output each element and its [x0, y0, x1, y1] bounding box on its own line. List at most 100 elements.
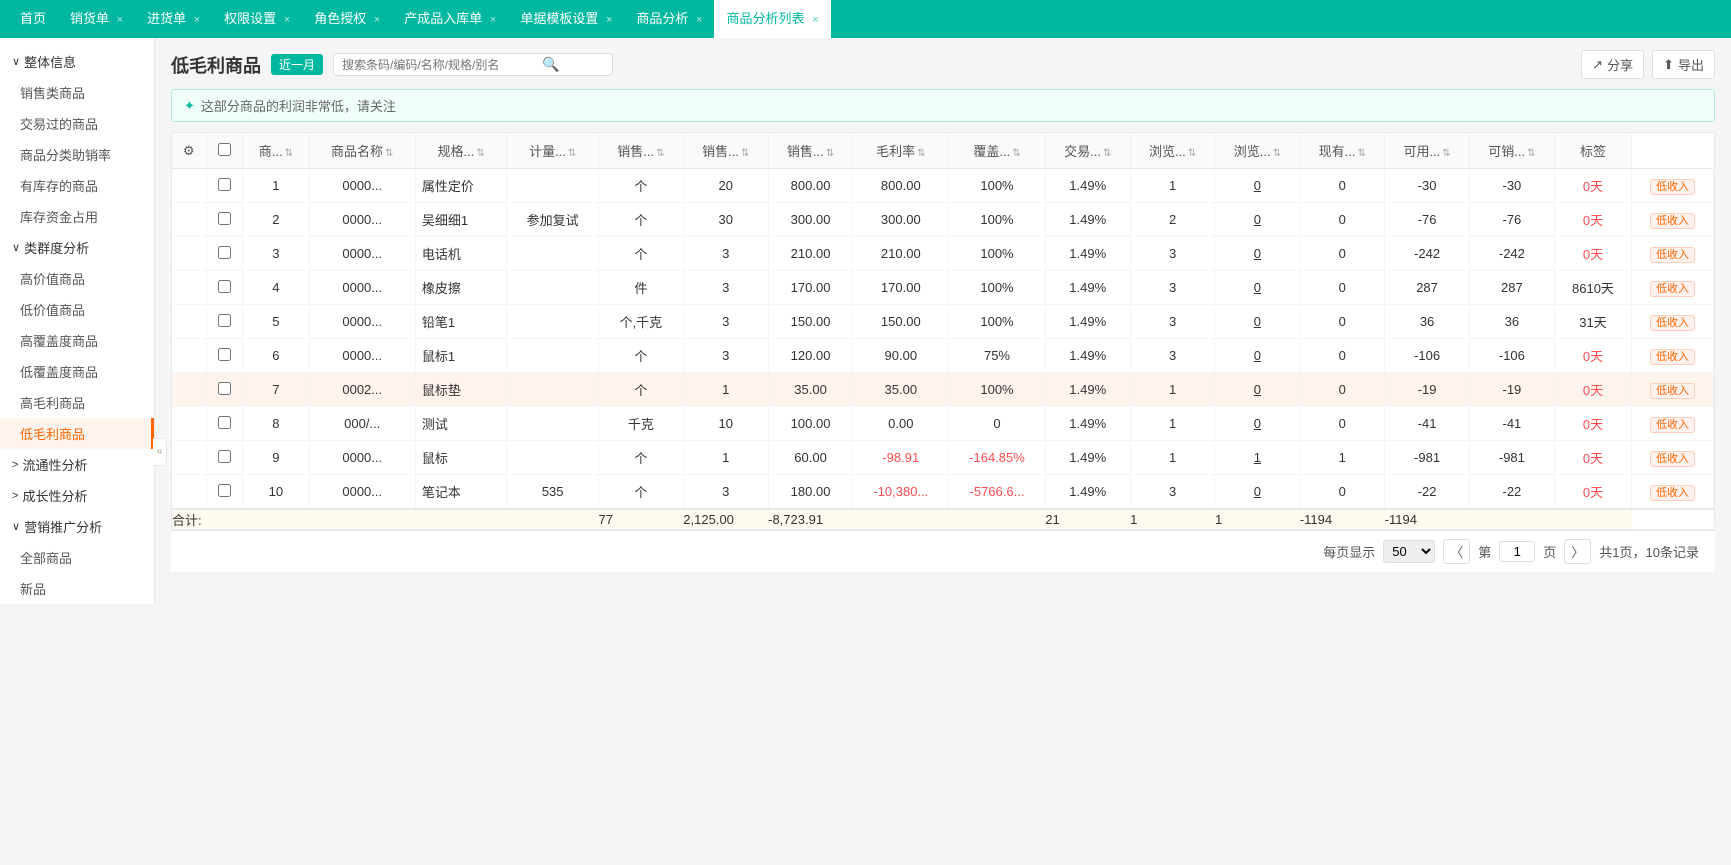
row-name[interactable]: 属性定价 [415, 169, 507, 203]
col-gross-rate[interactable]: 毛利率⇅ [853, 133, 949, 169]
nav-analysis-close[interactable]: × [696, 14, 702, 26]
col-sellable[interactable]: 可销...⇅ [1469, 133, 1554, 169]
sidebar-group-cluster[interactable]: ∨ 类群度分析 [0, 232, 154, 263]
row-browse1[interactable]: 0 [1215, 373, 1300, 407]
row-checkbox[interactable] [218, 450, 231, 463]
row-name[interactable]: 电话机 [415, 237, 507, 271]
col-name[interactable]: 商品名称⇅ [309, 133, 415, 169]
page-input[interactable] [1499, 541, 1535, 562]
nav-list-close[interactable]: × [812, 14, 818, 26]
search-input[interactable] [342, 58, 542, 72]
nav-sales-close[interactable]: × [117, 14, 123, 26]
row-checkbox[interactable] [218, 416, 231, 429]
row-name[interactable]: 吴细细1 [415, 203, 507, 237]
row-browse1[interactable]: 0 [1215, 271, 1300, 305]
row-browse1[interactable]: 0 [1215, 339, 1300, 373]
row-checkbox[interactable] [218, 178, 231, 191]
date-filter-btn[interactable]: 近一月 [271, 54, 323, 75]
prev-page-btn[interactable]: 〈 [1443, 539, 1470, 564]
sidebar-item-new-goods[interactable]: 新品 [0, 573, 154, 604]
row-name[interactable]: 鼠标垫 [415, 373, 507, 407]
nav-product-analysis-list[interactable]: 商品分析列表 × [714, 0, 830, 38]
row-check[interactable] [206, 203, 243, 237]
col-check[interactable] [206, 133, 243, 169]
page-size-select[interactable]: 50 100 200 [1383, 540, 1435, 563]
nav-product-analysis[interactable]: 商品分析 × [624, 0, 714, 38]
sidebar-item-high-value[interactable]: 高价值商品 [0, 263, 154, 294]
col-settings[interactable]: ⚙ [172, 133, 206, 169]
row-browse1[interactable]: 0 [1215, 407, 1300, 441]
row-check[interactable] [206, 305, 243, 339]
sidebar-item-sales-goods[interactable]: 销售类商品 [0, 77, 154, 108]
row-browse1[interactable]: 0 [1215, 475, 1300, 510]
select-all-checkbox[interactable] [218, 143, 231, 156]
row-name[interactable]: 铅笔1 [415, 305, 507, 339]
sidebar-item-low-coverage[interactable]: 低覆盖度商品 [0, 356, 154, 387]
sidebar-item-high-coverage[interactable]: 高覆盖度商品 [0, 325, 154, 356]
row-name[interactable]: 橡皮擦 [415, 271, 507, 305]
nav-template[interactable]: 单据模板设置 × [508, 0, 624, 38]
row-name[interactable]: 鼠标 [415, 441, 507, 475]
share-button[interactable]: ↗ 分享 [1581, 50, 1644, 79]
col-sales-profit[interactable]: 销售...⇅ [768, 133, 853, 169]
row-name[interactable]: 测试 [415, 407, 507, 441]
col-spec[interactable]: 规格...⇅ [415, 133, 507, 169]
row-name[interactable]: 笔记本 [415, 475, 507, 510]
nav-role[interactable]: 角色授权 × [302, 0, 392, 38]
sidebar-item-all-goods[interactable]: 全部商品 [0, 542, 154, 573]
row-checkbox[interactable] [218, 280, 231, 293]
nav-purchase-close[interactable]: × [194, 14, 200, 26]
row-checkbox[interactable] [218, 484, 231, 497]
row-check[interactable] [206, 271, 243, 305]
sidebar-group-marketing[interactable]: ∨ 营销推广分析 [0, 511, 154, 542]
row-browse1[interactable]: 0 [1215, 237, 1300, 271]
nav-purchase[interactable]: 进货单 × [135, 0, 212, 38]
row-browse1[interactable]: 1 [1215, 441, 1300, 475]
next-page-btn[interactable]: 〉 [1564, 539, 1591, 564]
col-browse1[interactable]: 浏览...⇅ [1130, 133, 1215, 169]
sidebar-group-growth[interactable]: > 成长性分析 [0, 480, 154, 511]
nav-template-close[interactable]: × [606, 14, 612, 26]
row-check[interactable] [206, 169, 243, 203]
sidebar-item-stock-capital[interactable]: 库存资金占用 [0, 201, 154, 232]
sidebar-group-flow[interactable]: > 流通性分析 [0, 449, 154, 480]
col-tag[interactable]: 标签 [1554, 133, 1631, 169]
search-icon[interactable]: 🔍 [542, 56, 559, 73]
row-check[interactable] [206, 339, 243, 373]
row-check[interactable] [206, 237, 243, 271]
col-unit[interactable]: 计量...⇅ [507, 133, 599, 169]
sidebar-group-overview[interactable]: ∨ 整体信息 [0, 46, 154, 77]
col-available[interactable]: 可用...⇅ [1385, 133, 1470, 169]
row-check[interactable] [206, 475, 243, 510]
sidebar-item-traded-goods[interactable]: 交易过的商品 [0, 108, 154, 139]
row-browse1[interactable]: 0 [1215, 169, 1300, 203]
nav-permission-close[interactable]: × [284, 14, 290, 26]
row-check[interactable] [206, 407, 243, 441]
col-sales-qty[interactable]: 销售...⇅ [598, 133, 683, 169]
row-checkbox[interactable] [218, 314, 231, 327]
nav-product-close[interactable]: × [490, 14, 496, 26]
row-checkbox[interactable] [218, 382, 231, 395]
col-current-stock[interactable]: 现有...⇅ [1300, 133, 1385, 169]
row-check[interactable] [206, 441, 243, 475]
col-code[interactable]: 商...⇅ [243, 133, 310, 169]
col-sales-price[interactable]: 销售...⇅ [683, 133, 768, 169]
col-coverage[interactable]: 覆盖...⇅ [949, 133, 1046, 169]
row-name[interactable]: 鼠标1 [415, 339, 507, 373]
nav-product-entry[interactable]: 产成品入库单 × [392, 0, 508, 38]
sidebar-collapse-btn[interactable]: « [153, 438, 167, 466]
row-browse1[interactable]: 0 [1215, 203, 1300, 237]
nav-role-close[interactable]: × [374, 14, 380, 26]
nav-permission[interactable]: 权限设置 × [212, 0, 302, 38]
sidebar-item-low-value[interactable]: 低价值商品 [0, 294, 154, 325]
col-transaction[interactable]: 交易...⇅ [1045, 133, 1130, 169]
sidebar-item-category-rate[interactable]: 商品分类助销率 [0, 139, 154, 170]
col-browse2[interactable]: 浏览...⇅ [1215, 133, 1300, 169]
row-checkbox[interactable] [218, 212, 231, 225]
export-button[interactable]: ⬆ 导出 [1652, 50, 1715, 79]
sidebar-item-low-margin[interactable]: 低毛利商品 [0, 418, 154, 449]
sidebar-item-high-margin[interactable]: 高毛利商品 [0, 387, 154, 418]
row-check[interactable] [206, 373, 243, 407]
nav-sales[interactable]: 销货单 × [58, 0, 135, 38]
row-checkbox[interactable] [218, 348, 231, 361]
